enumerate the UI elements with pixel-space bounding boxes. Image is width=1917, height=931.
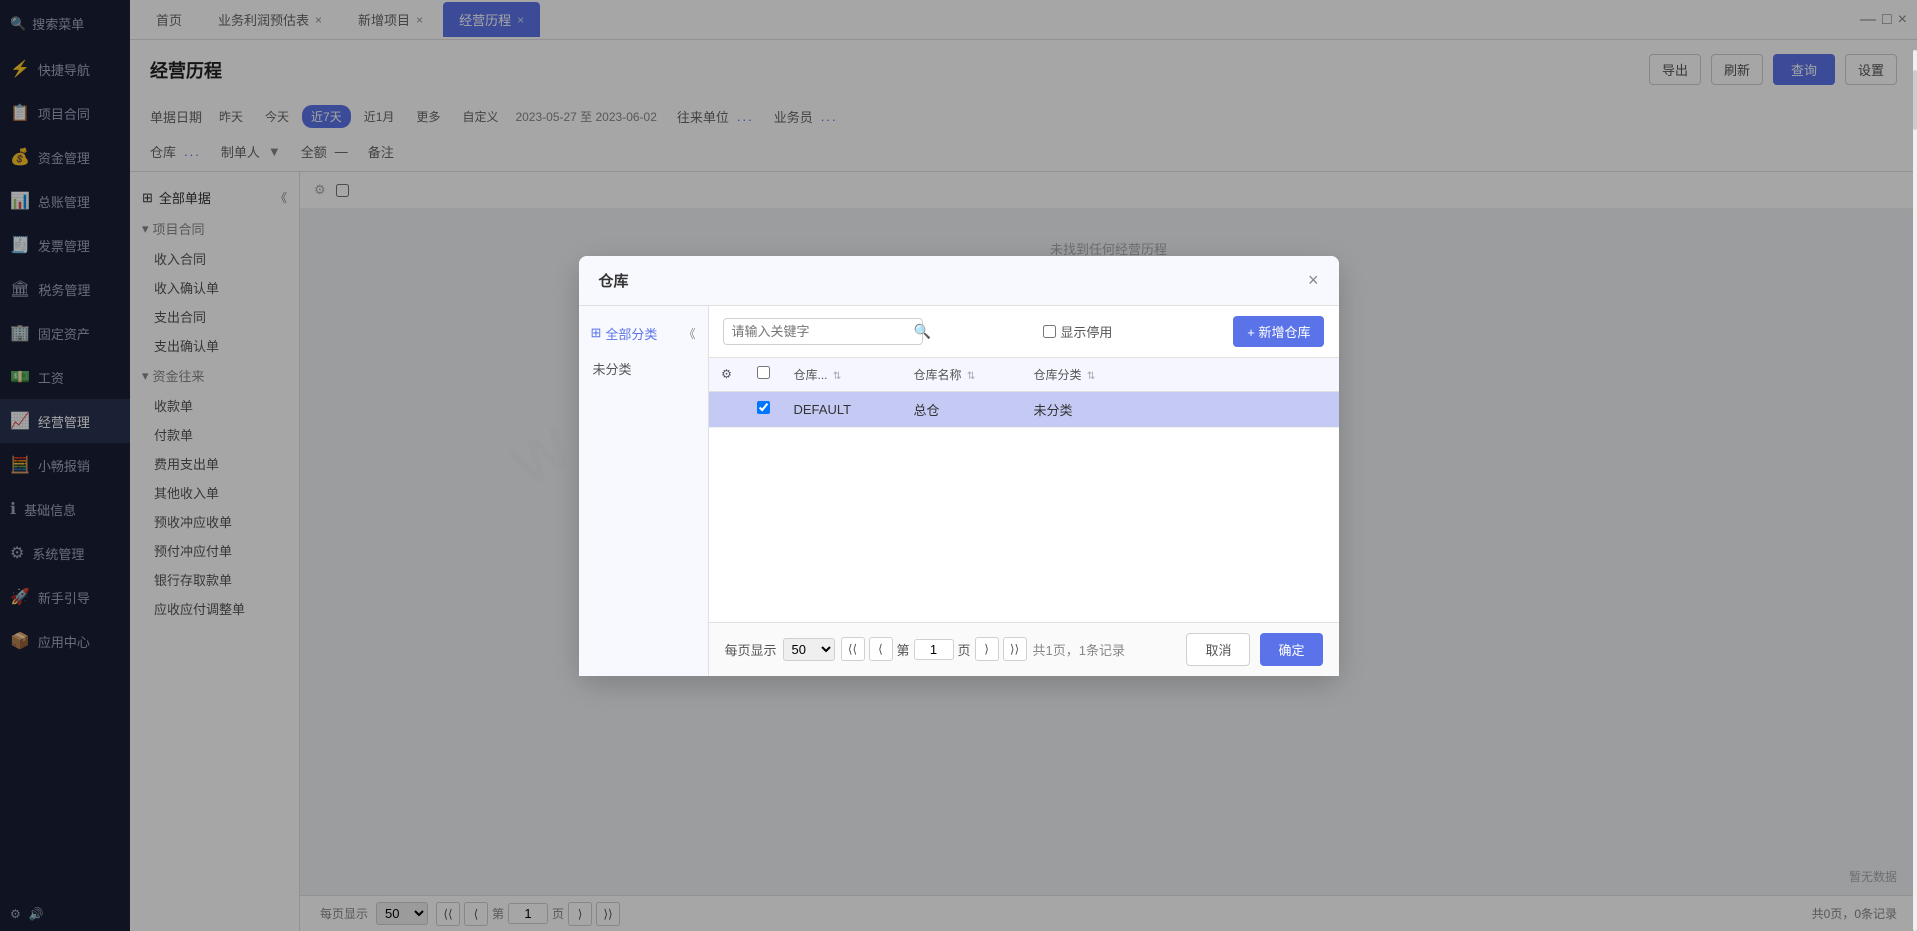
- dialog-sidebar-collapse[interactable]: 《: [683, 325, 695, 342]
- row-code: DEFAULT: [782, 391, 902, 427]
- show-disabled-text: 显示停用: [1060, 322, 1112, 341]
- row-select-checkbox[interactable]: [757, 401, 770, 414]
- col-checkbox-header[interactable]: [745, 358, 782, 392]
- category-icon: ⊞: [591, 325, 602, 341]
- search-icon: 🔍: [914, 323, 931, 340]
- col-code-label: 仓库...: [794, 368, 828, 382]
- page-size-label: 每页显示: [725, 640, 777, 659]
- col-code-header[interactable]: 仓库... ⇅: [782, 358, 902, 392]
- add-warehouse-button[interactable]: + 新增仓库: [1233, 316, 1324, 347]
- dialog-sidebar-uncategorized[interactable]: 未分类: [579, 351, 708, 386]
- dialog-sidebar: ⊞ 全部分类 《 未分类: [579, 306, 709, 676]
- col-code-sort-icon: ⇅: [833, 371, 841, 382]
- prev-page-button[interactable]: ⟨: [869, 637, 893, 661]
- dialog-close-button[interactable]: ×: [1308, 270, 1319, 291]
- row-category: 未分类: [1022, 391, 1339, 427]
- page-nav: ⟨⟨ ⟨ 第 页 ⟩ ⟩⟩: [841, 637, 1027, 661]
- table-header-row: ⚙ 仓库... ⇅ 仓库名称 ⇅: [709, 358, 1339, 392]
- dialog-header: 仓库 ×: [579, 256, 1339, 306]
- dialog-table: ⚙ 仓库... ⇅ 仓库名称 ⇅: [709, 358, 1339, 622]
- select-all-checkbox[interactable]: [757, 366, 770, 379]
- col-category-header[interactable]: 仓库分类 ⇅: [1022, 358, 1339, 392]
- dialog-footer: 每页显示 50 10 20 100 ⟨⟨ ⟨ 第 页: [709, 622, 1339, 676]
- col-name-sort-icon: ⇅: [967, 371, 975, 382]
- row-settings: [709, 391, 745, 427]
- page-input[interactable]: [914, 639, 954, 660]
- dialog-title: 仓库: [599, 270, 629, 291]
- page-size-select[interactable]: 50 10 20 100: [783, 638, 835, 661]
- dialog-toolbar: 🔍 显示停用 + 新增仓库: [709, 306, 1339, 358]
- table-row[interactable]: DEFAULT 总仓 未分类: [709, 391, 1339, 427]
- warehouse-dialog: 仓库 × ⊞ 全部分类 《 未分类: [579, 256, 1339, 676]
- warehouse-table: ⚙ 仓库... ⇅ 仓库名称 ⇅: [709, 358, 1339, 428]
- col-name-header[interactable]: 仓库名称 ⇅: [902, 358, 1022, 392]
- next-page-button[interactable]: ⟩: [975, 637, 999, 661]
- col-name-label: 仓库名称: [914, 368, 962, 382]
- cancel-button[interactable]: 取消: [1186, 633, 1250, 666]
- confirm-button[interactable]: 确定: [1260, 633, 1322, 666]
- row-name: 总仓: [902, 391, 1022, 427]
- last-page-button[interactable]: ⟩⟩: [1003, 637, 1027, 661]
- dialog-actions: 取消 确定: [1186, 633, 1322, 666]
- search-box: 🔍: [723, 318, 923, 345]
- page-info: 共1页，1条记录: [1033, 640, 1125, 659]
- dialog-sidebar-header: ⊞ 全部分类 《: [579, 316, 708, 351]
- dialog-body: ⊞ 全部分类 《 未分类 🔍: [579, 306, 1339, 676]
- show-disabled-checkbox[interactable]: [1043, 325, 1056, 338]
- first-page-button[interactable]: ⟨⟨: [841, 637, 865, 661]
- dialog-content: 🔍 显示停用 + 新增仓库 ⚙: [709, 306, 1339, 676]
- search-input[interactable]: [732, 324, 908, 339]
- row-checkbox[interactable]: [745, 391, 782, 427]
- col-category-label: 仓库分类: [1034, 368, 1082, 382]
- page-label: 第: [897, 640, 910, 659]
- col-category-sort-icon: ⇅: [1087, 371, 1095, 382]
- modal-overlay[interactable]: 仓库 × ⊞ 全部分类 《 未分类: [0, 0, 1917, 931]
- show-disabled-label[interactable]: 显示停用: [1043, 322, 1112, 341]
- all-category-label: 全部分类: [605, 324, 657, 343]
- col-settings-header[interactable]: ⚙: [709, 358, 745, 392]
- pagination: 每页显示 50 10 20 100 ⟨⟨ ⟨ 第 页: [725, 637, 1126, 661]
- page-text: 页: [958, 640, 971, 659]
